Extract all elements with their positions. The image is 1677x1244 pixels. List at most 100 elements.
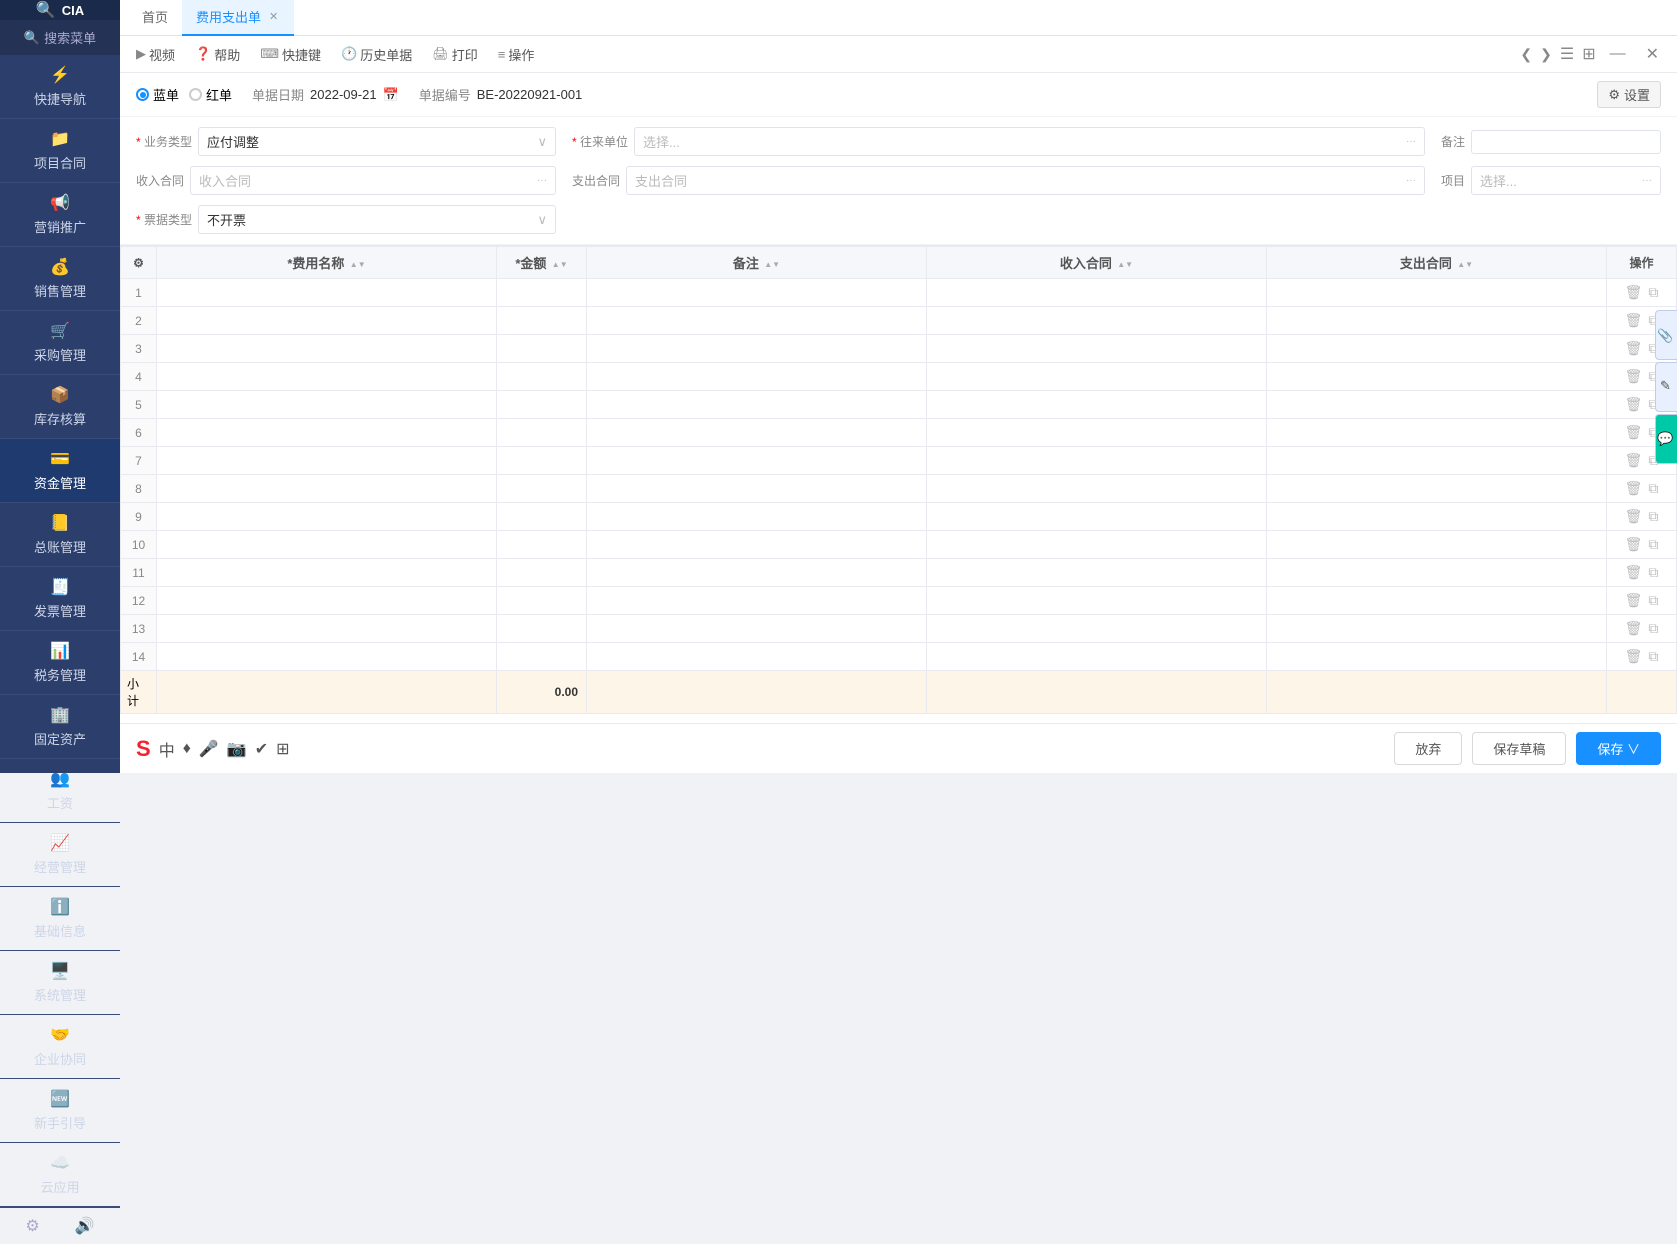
- copy-icon[interactable]: ⧉: [1648, 592, 1658, 609]
- doc-close-btn[interactable]: ✕: [1640, 42, 1665, 66]
- expense-name-cell[interactable]: [157, 279, 497, 307]
- float-tab-attachment[interactable]: 📎: [1655, 310, 1677, 360]
- sidebar-item-sales[interactable]: 💰 销售管理: [0, 247, 120, 311]
- delete-icon[interactable]: 🗑: [1625, 648, 1643, 665]
- remark-cell[interactable]: [587, 447, 927, 475]
- nav-next-btn[interactable]: ❯: [1540, 46, 1552, 63]
- amount-cell[interactable]: [497, 503, 587, 531]
- sidebar-item-fund[interactable]: 💳 资金管理: [0, 439, 120, 503]
- delete-icon[interactable]: 🗑: [1625, 424, 1643, 441]
- remark-cell[interactable]: [587, 559, 927, 587]
- view-grid-btn[interactable]: ⊞: [1582, 44, 1595, 64]
- delete-icon[interactable]: 🗑: [1625, 312, 1643, 329]
- nav-prev-btn[interactable]: ❮: [1520, 46, 1532, 63]
- tab-expense[interactable]: 费用支出单 ✕: [182, 0, 294, 36]
- th-gear[interactable]: ⚙: [121, 247, 157, 279]
- history-btn[interactable]: 🕐 历史单据: [337, 43, 416, 66]
- delete-icon[interactable]: 🗑: [1625, 452, 1643, 469]
- expense-name-cell[interactable]: [157, 335, 497, 363]
- remark-cell[interactable]: [587, 615, 927, 643]
- amount-cell[interactable]: [497, 615, 587, 643]
- delete-icon[interactable]: 🗑: [1625, 508, 1643, 525]
- video-btn[interactable]: ▶ 视频: [132, 43, 179, 66]
- sidebar-item-inventory[interactable]: 📦 库存核算: [0, 375, 120, 439]
- sidebar-item-new-guide[interactable]: 🆕 新手引导: [0, 1079, 120, 1143]
- expense-name-cell[interactable]: [157, 587, 497, 615]
- sort-arrows-amount[interactable]: ▲▼: [552, 261, 568, 269]
- amount-cell[interactable]: [497, 335, 587, 363]
- copy-icon[interactable]: ⧉: [1648, 564, 1658, 581]
- sidebar-item-purchase[interactable]: 🛒 采购管理: [0, 311, 120, 375]
- setting-button[interactable]: ⚙ 设置: [1597, 81, 1661, 108]
- remark-cell[interactable]: [587, 307, 927, 335]
- sort-arrows-expense2[interactable]: ▲▼: [1457, 261, 1473, 269]
- sidebar-search[interactable]: 🔍 搜索菜单: [0, 20, 120, 55]
- copy-icon[interactable]: ⧉: [1648, 536, 1658, 553]
- income-contract-cell[interactable]: [927, 335, 1267, 363]
- remark-cell[interactable]: [587, 391, 927, 419]
- remark-cell[interactable]: [587, 363, 927, 391]
- sidebar-item-payroll[interactable]: 👥 工资: [0, 759, 120, 823]
- amount-cell[interactable]: [497, 391, 587, 419]
- project-input[interactable]: 选择... ···: [1471, 166, 1661, 195]
- expense-name-cell[interactable]: [157, 531, 497, 559]
- copy-icon[interactable]: ⧉: [1648, 620, 1658, 637]
- expense-contract-cell[interactable]: [1267, 587, 1607, 615]
- invoice-type-input[interactable]: 不开票 ∨: [198, 205, 556, 234]
- expense-name-cell[interactable]: [157, 475, 497, 503]
- expense-contract-cell[interactable]: [1267, 643, 1607, 671]
- copy-icon[interactable]: ⧉: [1648, 480, 1658, 497]
- delete-icon[interactable]: 🗑: [1625, 396, 1643, 413]
- expense-contract-cell[interactable]: [1267, 475, 1607, 503]
- sidebar-item-basic-info[interactable]: ℹ️ 基础信息: [0, 887, 120, 951]
- expense-contract-cell[interactable]: [1267, 531, 1607, 559]
- expense-contract-cell[interactable]: [1267, 503, 1607, 531]
- save-draft-button[interactable]: 保存草稿: [1472, 732, 1566, 765]
- operations-btn[interactable]: ≡ 操作: [494, 43, 539, 66]
- remark-cell[interactable]: [587, 419, 927, 447]
- income-contract-cell[interactable]: [927, 419, 1267, 447]
- amount-cell[interactable]: [497, 531, 587, 559]
- sidebar-item-quick-nav[interactable]: ⚡ 快捷导航: [0, 55, 120, 119]
- delete-icon[interactable]: 🗑: [1625, 480, 1643, 497]
- amount-cell[interactable]: [497, 363, 587, 391]
- delete-icon[interactable]: 🗑: [1625, 536, 1643, 553]
- income-contract-cell[interactable]: [927, 307, 1267, 335]
- expense-name-cell[interactable]: [157, 615, 497, 643]
- income-contract-cell[interactable]: [927, 503, 1267, 531]
- expense-contract-input[interactable]: 支出合同 ···: [626, 166, 1425, 195]
- shortcut-btn[interactable]: ⌨ 快捷键: [256, 43, 325, 66]
- remark-cell[interactable]: [587, 587, 927, 615]
- amount-cell[interactable]: [497, 279, 587, 307]
- expense-name-cell[interactable]: [157, 559, 497, 587]
- sidebar-item-accounting[interactable]: 📒 总账管理: [0, 503, 120, 567]
- red-bill-radio[interactable]: 红单: [189, 85, 232, 104]
- settings-icon[interactable]: ⚙: [25, 1216, 39, 1236]
- doc-minimize-btn[interactable]: —: [1604, 43, 1632, 65]
- remark-cell[interactable]: [587, 531, 927, 559]
- expense-contract-cell[interactable]: [1267, 419, 1607, 447]
- audio-icon[interactable]: 🔊: [75, 1216, 95, 1236]
- expense-contract-cell[interactable]: [1267, 447, 1607, 475]
- float-tab-note[interactable]: ✎: [1655, 362, 1677, 412]
- amount-cell[interactable]: [497, 643, 587, 671]
- sidebar-item-cloud[interactable]: ☁️ 云应用: [0, 1143, 120, 1207]
- sort-arrows-expense[interactable]: ▲▼: [350, 261, 366, 269]
- copy-icon[interactable]: ⧉: [1648, 284, 1658, 301]
- remark-cell[interactable]: [587, 335, 927, 363]
- income-contract-input[interactable]: 收入合同 ···: [190, 166, 556, 195]
- income-contract-cell[interactable]: [927, 475, 1267, 503]
- expense-name-cell[interactable]: [157, 391, 497, 419]
- delete-icon[interactable]: 🗑: [1625, 620, 1643, 637]
- blue-bill-radio[interactable]: 蓝单: [136, 85, 179, 104]
- remark-cell[interactable]: [587, 643, 927, 671]
- sidebar-item-project-contract[interactable]: 📁 项目合同: [0, 119, 120, 183]
- delete-icon[interactable]: 🗑: [1625, 368, 1643, 385]
- sidebar-item-tax[interactable]: 📊 税务管理: [0, 631, 120, 695]
- expense-name-cell[interactable]: [157, 419, 497, 447]
- amount-cell[interactable]: [497, 447, 587, 475]
- expense-contract-cell[interactable]: [1267, 279, 1607, 307]
- print-btn[interactable]: 🖨 打印: [428, 43, 482, 66]
- income-contract-cell[interactable]: [927, 279, 1267, 307]
- income-contract-cell[interactable]: [927, 447, 1267, 475]
